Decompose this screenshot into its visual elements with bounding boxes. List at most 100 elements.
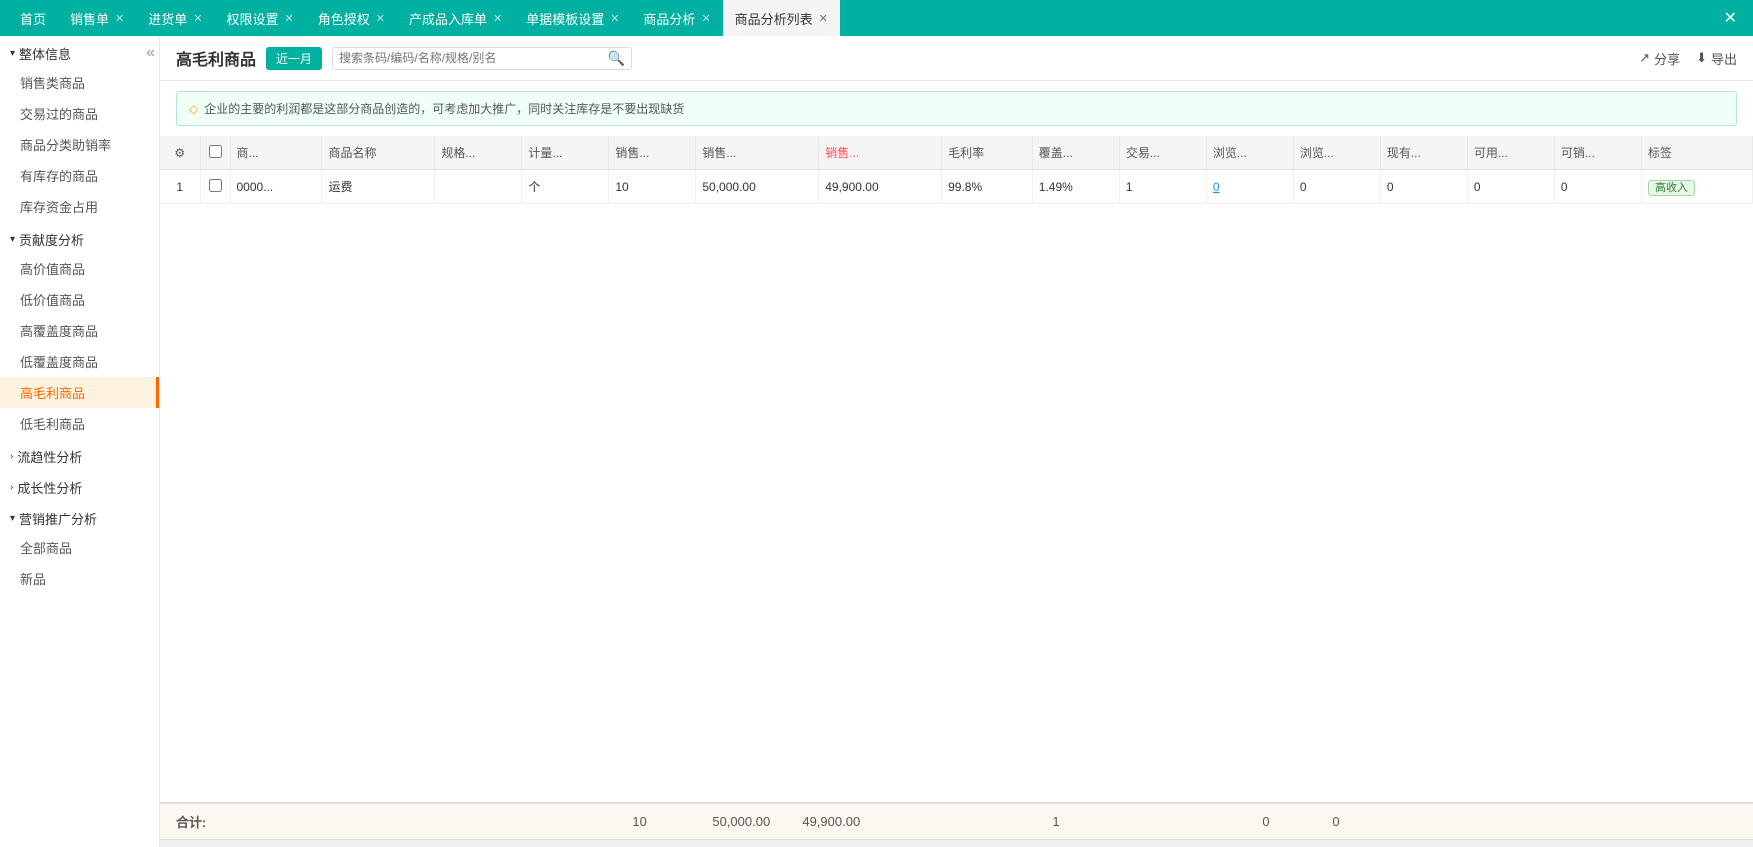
cell-views1[interactable]: 0 [1206, 170, 1293, 204]
col-available-stock[interactable]: 可用... [1467, 136, 1554, 170]
sidebar-item-stock-capital[interactable]: 库存资金占用 [0, 191, 159, 222]
col-name[interactable]: 商品名称 [322, 136, 435, 170]
close-analysis-list-icon[interactable]: ✕ [819, 12, 828, 25]
cell-saleable-stock: 0 [1554, 170, 1641, 204]
nav-analysis[interactable]: 商品分析 ✕ [631, 0, 722, 36]
search-input[interactable] [339, 51, 608, 65]
sidebar-item-new-goods[interactable]: 新品 [0, 563, 159, 594]
footer-sales-amount: 50,000.00 [706, 814, 796, 829]
sidebar-item-high-coverage[interactable]: 高覆盖度商品 [0, 315, 159, 346]
close-template-icon[interactable]: ✕ [610, 12, 619, 25]
export-icon: ⬇ [1696, 50, 1707, 66]
sidebar-group-overall[interactable]: ▾ 整体信息 [0, 36, 159, 67]
col-views2[interactable]: 浏览... [1293, 136, 1380, 170]
sidebar-item-traded-goods[interactable]: 交易过的商品 [0, 98, 159, 129]
search-icon[interactable]: 🔍 [608, 50, 625, 67]
col-spec[interactable]: 规格... [435, 136, 522, 170]
col-sales-profit[interactable]: 销售... [819, 136, 942, 170]
sidebar-group-growth[interactable]: › 成长性分析 [0, 470, 159, 501]
arrow-growth-icon: › [10, 482, 13, 493]
tag-badge: 高收入 [1648, 180, 1695, 196]
share-button[interactable]: ↗ 分享 [1639, 49, 1680, 68]
cell-available-stock: 0 [1467, 170, 1554, 204]
table-container: ⚙ 商... 商品名称 规格... 计量... 销售... 销售... 销售..… [160, 136, 1753, 802]
sidebar-item-sales-goods[interactable]: 销售类商品 [0, 67, 159, 98]
header-actions: ↗ 分享 ⬇ 导出 [1639, 49, 1737, 68]
sidebar: « ▾ 整体信息 销售类商品 交易过的商品 商品分类助销率 有库存的商品 库存资… [0, 36, 160, 847]
sidebar-group-trend[interactable]: › 流趋性分析 [0, 439, 159, 470]
sidebar-item-high-value[interactable]: 高价值商品 [0, 253, 159, 284]
sidebar-item-low-margin[interactable]: 低毛利商品 [0, 408, 159, 439]
nav-sales[interactable]: 销售单 ✕ [58, 0, 136, 36]
footer-views1 [1116, 814, 1186, 829]
col-settings[interactable]: ⚙ [160, 136, 200, 170]
col-unit[interactable]: 计量... [522, 136, 609, 170]
col-code[interactable]: 商... [230, 136, 322, 170]
footer-coverage [966, 814, 1046, 829]
col-trade[interactable]: 交易... [1119, 136, 1206, 170]
close-sales-icon[interactable]: ✕ [115, 12, 124, 25]
close-roles-icon[interactable]: ✕ [376, 12, 385, 25]
close-permissions-icon[interactable]: ✕ [285, 12, 294, 25]
nav-roles[interactable]: 角色授权 ✕ [306, 0, 397, 36]
footer-cell-empty1 [226, 814, 266, 829]
cell-views2: 0 [1293, 170, 1380, 204]
col-checkbox[interactable] [200, 136, 230, 170]
footer-cell-empty3 [296, 814, 366, 829]
select-all-checkbox[interactable] [209, 145, 222, 158]
sidebar-collapse-button[interactable]: « [142, 40, 159, 66]
close-window-button[interactable]: ✕ [1716, 8, 1745, 28]
info-banner: ◇ 企业的主要的利润都是这部分商品创造的，可考虑加大推广，同时关注库存是不要出现… [176, 91, 1737, 126]
col-coverage[interactable]: 覆盖... [1032, 136, 1119, 170]
nav-finished[interactable]: 产成品入库单 ✕ [397, 0, 514, 36]
col-gross-margin[interactable]: 毛利率 [942, 136, 1033, 170]
info-icon: ◇ [189, 102, 198, 116]
nav-permissions[interactable]: 权限设置 ✕ [214, 0, 305, 36]
sidebar-group-contribution[interactable]: ▾ 贡献度分析 [0, 222, 159, 253]
cell-gross-margin: 99.8% [942, 170, 1033, 204]
export-button[interactable]: ⬇ 导出 [1696, 49, 1737, 68]
cell-sales-amount: 50,000.00 [696, 170, 819, 204]
close-purchase-icon[interactable]: ✕ [193, 12, 202, 25]
cell-spec [435, 170, 522, 204]
cell-index: 1 [160, 170, 200, 204]
col-tag[interactable]: 标签 [1641, 136, 1752, 170]
col-sales-amount[interactable]: 销售... [696, 136, 819, 170]
horizontal-scrollbar[interactable] [160, 839, 1753, 847]
data-table: ⚙ 商... 商品名称 规格... 计量... 销售... 销售... 销售..… [160, 136, 1753, 204]
sidebar-item-all-goods[interactable]: 全部商品 [0, 532, 159, 563]
sidebar-group-marketing[interactable]: ▾ 营销推广分析 [0, 501, 159, 532]
nav-purchase[interactable]: 进货单 ✕ [136, 0, 214, 36]
sidebar-item-in-stock-goods[interactable]: 有库存的商品 [0, 160, 159, 191]
sidebar-item-low-value[interactable]: 低价值商品 [0, 284, 159, 315]
arrow-marketing-icon: ▾ [10, 513, 15, 524]
nav-template[interactable]: 单据模板设置 ✕ [514, 0, 631, 36]
top-navigation: 首页 销售单 ✕ 进货单 ✕ 权限设置 ✕ 角色授权 ✕ 产成品入库单 ✕ 单据… [0, 0, 1753, 36]
footer-label: 合计: [176, 812, 206, 831]
cell-sales-profit: 49,900.00 [819, 170, 942, 204]
cell-name: 运费 [322, 170, 435, 204]
sidebar-item-high-margin[interactable]: 高毛利商品 [0, 377, 159, 408]
footer-current-stock: 0 [1256, 814, 1326, 829]
content-area: 高毛利商品 近一月 🔍 ↗ 分享 ⬇ 导出 ◇ 企业的主要的利润都是这部分商品创… [160, 36, 1753, 847]
sidebar-item-low-coverage[interactable]: 低覆盖度商品 [0, 346, 159, 377]
share-icon: ↗ [1639, 50, 1650, 66]
close-analysis-icon[interactable]: ✕ [701, 12, 710, 25]
col-current-stock[interactable]: 现有... [1380, 136, 1467, 170]
sidebar-item-category-sales-rate[interactable]: 商品分类助销率 [0, 129, 159, 160]
cell-sales-count: 10 [609, 170, 696, 204]
cell-checkbox[interactable] [200, 170, 230, 204]
nav-analysis-list[interactable]: 商品分析列表 ✕ [723, 0, 840, 36]
filter-recent-month-button[interactable]: 近一月 [266, 47, 322, 70]
nav-home[interactable]: 首页 [8, 0, 58, 36]
col-sales-count[interactable]: 销售... [609, 136, 696, 170]
row-checkbox[interactable] [209, 179, 222, 192]
cell-code: 0000... [230, 170, 322, 204]
close-finished-icon[interactable]: ✕ [493, 12, 502, 25]
cell-unit: 个 [522, 170, 609, 204]
footer-gross-margin [886, 814, 966, 829]
footer-sales-profit: 49,900.00 [796, 814, 886, 829]
col-saleable-stock[interactable]: 可销... [1554, 136, 1641, 170]
footer-views2 [1186, 814, 1256, 829]
col-views1[interactable]: 浏览... [1206, 136, 1293, 170]
